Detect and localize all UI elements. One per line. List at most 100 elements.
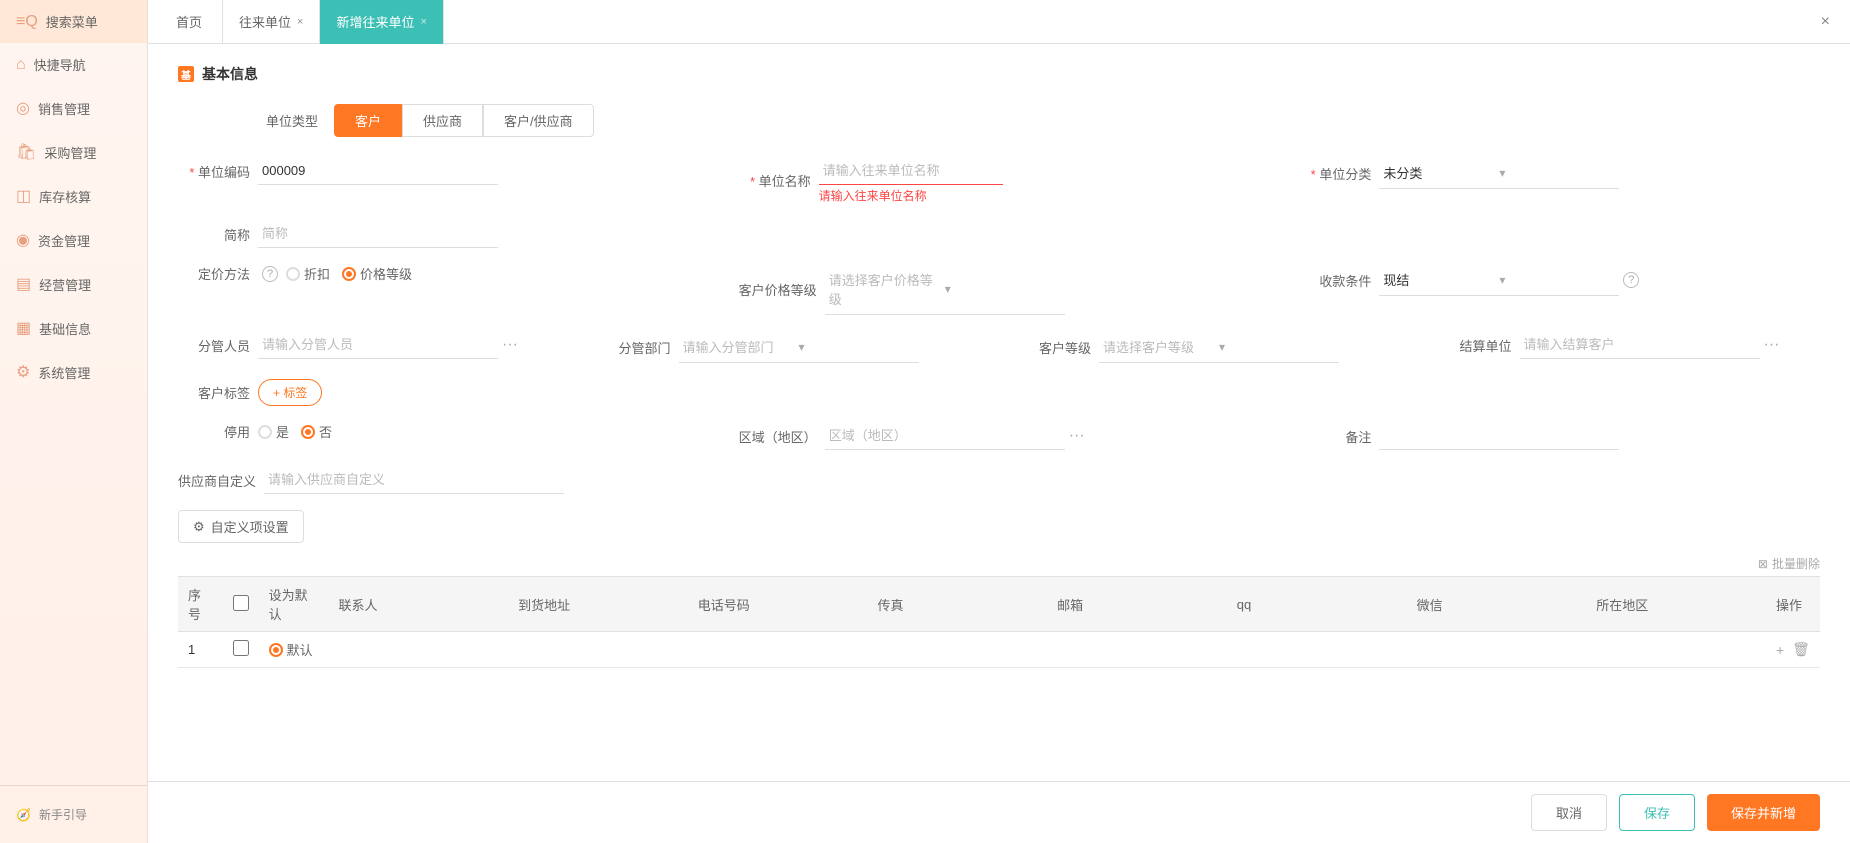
tab-new-contact[interactable]: 新增往来单位 × — [320, 0, 443, 44]
sidebar-item-quicknav[interactable]: ⌂ 快捷导航 — [0, 43, 147, 86]
select-all-checkbox[interactable] — [233, 595, 249, 611]
payment-terms-label: 收款条件 — [1299, 271, 1379, 290]
form-row-5: 客户标签 标签 — [178, 379, 1820, 406]
sidebar-item-inventory[interactable]: ◫ 库存核算 — [0, 174, 147, 218]
department-select[interactable]: 请输入分管部门 ▾ — [679, 331, 919, 363]
section-icon: 基 — [178, 66, 194, 82]
customer-level-select[interactable]: 请选择客户等级 ▾ — [1099, 331, 1339, 363]
save-and-new-button[interactable]: 保存并新增 — [1707, 794, 1820, 831]
sidebar-item-finance[interactable]: ◉ 资金管理 — [0, 218, 147, 262]
row-delete-button[interactable]: 🗑 — [1792, 641, 1810, 658]
customer-price-select[interactable]: 请选择客户价格等级 ▾ — [825, 264, 1065, 315]
pricing-radio-group: 折扣 价格等级 — [286, 264, 412, 283]
row-region-input[interactable] — [1596, 642, 1756, 657]
unit-category-label: 单位分类 — [1299, 164, 1379, 183]
unit-type-customer-button[interactable]: 客户 — [334, 104, 402, 137]
sidebar-item-operations[interactable]: ▤ 经营管理 — [0, 262, 147, 306]
row-wechat — [1407, 632, 1587, 668]
row-email-input[interactable] — [1057, 642, 1217, 657]
search-menu-icon: ≡Q — [16, 13, 38, 31]
pricing-radio-level[interactable]: 价格等级 — [342, 264, 412, 283]
pricing-radio-discount[interactable]: 折扣 — [286, 264, 330, 283]
col-address: 到货地址 — [508, 577, 688, 632]
row-region — [1586, 632, 1766, 668]
short-name-label: 简称 — [178, 225, 258, 244]
field-region: 区域（地区） ··· — [739, 422, 1260, 450]
row-address-input[interactable] — [518, 642, 678, 657]
sidebar-item-system[interactable]: ⚙ 系统管理 — [0, 350, 147, 394]
unit-code-input[interactable] — [258, 157, 498, 185]
home-icon: ⌂ — [16, 56, 26, 74]
supplier-custom-label: 供应商自定义 — [178, 471, 264, 490]
sidebar-item-sales[interactable]: ◎ 销售管理 — [0, 86, 147, 130]
tab-bar: 首页 往来单位 × 新增往来单位 × × — [148, 0, 1850, 44]
field-pricing-method: 定价方法 ? 折扣 价格等级 — [178, 264, 699, 283]
col-phone: 电话号码 — [688, 577, 868, 632]
row-contact-input[interactable] — [338, 642, 498, 657]
disabled-radio-yes[interactable]: 是 — [258, 422, 289, 441]
form-row-3: 定价方法 ? 折扣 价格等级 客户价格等级 请选择客户价格等级 — [178, 264, 1820, 315]
cancel-button[interactable]: 取消 — [1531, 794, 1607, 831]
remark-input[interactable] — [1379, 422, 1619, 450]
sidebar-item-purchase[interactable]: 🛍 采购管理 — [0, 130, 147, 174]
form-row-4: 分管人员 ··· 分管部门 请输入分管部门 ▾ 客户等级 请选择客户等级 ▾ 结… — [178, 331, 1820, 363]
sidebar: ≡Q 搜索菜单 ⌂ 快捷导航 ◎ 销售管理 🛍 采购管理 ◫ 库存核算 ◉ 资金… — [0, 0, 148, 843]
sidebar-item-basic[interactable]: ▦ 基础信息 — [0, 306, 147, 350]
tab-new-contact-close[interactable]: × — [420, 16, 426, 28]
unit-type-both-button[interactable]: 客户/供应商 — [483, 104, 594, 137]
disabled-radio-no[interactable]: 否 — [301, 422, 332, 441]
customer-level-chevron: ▾ — [1219, 340, 1335, 354]
customer-tag-label: 客户标签 — [178, 383, 258, 402]
window-close-button[interactable]: × — [1809, 13, 1842, 31]
payment-terms-help-icon[interactable]: ? — [1623, 272, 1639, 288]
row-fax-input[interactable] — [877, 642, 1037, 657]
customer-price-chevron: ▾ — [945, 282, 1061, 296]
sidebar-item-newbie[interactable]: 🧭 新手引导 — [0, 796, 147, 833]
unit-name-wrap: 请输入往来单位名称 — [819, 157, 1003, 204]
row-default-radio[interactable]: 默认 — [269, 640, 319, 659]
tab-contacts[interactable]: 往来单位 × — [223, 0, 320, 44]
unit-category-select[interactable]: 未分类 ▾ — [1379, 157, 1619, 189]
unit-type-supplier-button[interactable]: 供应商 — [402, 104, 483, 137]
unit-name-input[interactable] — [819, 157, 1003, 185]
main-content: 首页 往来单位 × 新增往来单位 × × 基 基本信息 单位类型 客户 供应商 … — [148, 0, 1850, 843]
form-footer: 取消 保存 保存并新增 — [148, 781, 1850, 843]
col-email: 邮箱 — [1047, 577, 1227, 632]
row-add-button[interactable]: + — [1776, 642, 1784, 658]
sidebar-bottom: 🧭 新手引导 — [0, 785, 147, 843]
field-customer-level: 客户等级 请选择客户等级 ▾ — [1019, 331, 1400, 363]
col-fax: 传真 — [867, 577, 1047, 632]
tab-contacts-close[interactable]: × — [297, 16, 303, 28]
short-name-input[interactable] — [258, 220, 498, 248]
region-input[interactable] — [825, 422, 1065, 450]
row-action-buttons: + 🗑 — [1776, 641, 1810, 658]
row-wechat-input[interactable] — [1417, 642, 1577, 657]
table-header: 序号 设为默认 联系人 到货地址 电话号码 传真 邮箱 qq 微信 所在地区 操… — [178, 577, 1820, 632]
pricing-radio-discount-circle — [286, 267, 300, 281]
manager-more-icon[interactable]: ··· — [498, 336, 522, 354]
manager-input[interactable] — [258, 331, 498, 359]
row-qq — [1227, 632, 1407, 668]
save-button[interactable]: 保存 — [1619, 794, 1695, 831]
settlement-input[interactable] — [1520, 331, 1760, 359]
form-area: 基 基本信息 单位类型 客户 供应商 客户/供应商 单位编码 单位名称 请输入往… — [148, 44, 1850, 781]
row-index: 1 — [178, 632, 223, 668]
payment-terms-select[interactable]: 现结 ▾ — [1379, 264, 1619, 296]
row-checkbox-1[interactable] — [233, 640, 249, 656]
row-qq-input[interactable] — [1237, 642, 1397, 657]
tab-home[interactable]: 首页 — [156, 0, 223, 44]
batch-delete-area: ⊠ 批量删除 — [178, 555, 1820, 572]
row-actions: + 🗑 — [1766, 632, 1820, 668]
settlement-more-icon[interactable]: ··· — [1760, 336, 1784, 354]
supplier-custom-input[interactable] — [264, 466, 564, 494]
field-remark: 备注 — [1299, 422, 1820, 450]
region-more-icon[interactable]: ··· — [1065, 427, 1089, 445]
custom-settings-button[interactable]: ⚙ 自定义项设置 — [178, 510, 304, 543]
row-phone-input[interactable] — [698, 642, 858, 657]
sidebar-item-search[interactable]: ≡Q 搜索菜单 — [0, 0, 147, 43]
pricing-radio-level-circle — [342, 267, 356, 281]
form-row-7: 供应商自定义 — [178, 466, 1820, 494]
pricing-help-icon[interactable]: ? — [262, 266, 278, 282]
batch-delete-label[interactable]: 批量删除 — [1772, 555, 1820, 572]
add-tag-button[interactable]: 标签 — [258, 379, 322, 406]
